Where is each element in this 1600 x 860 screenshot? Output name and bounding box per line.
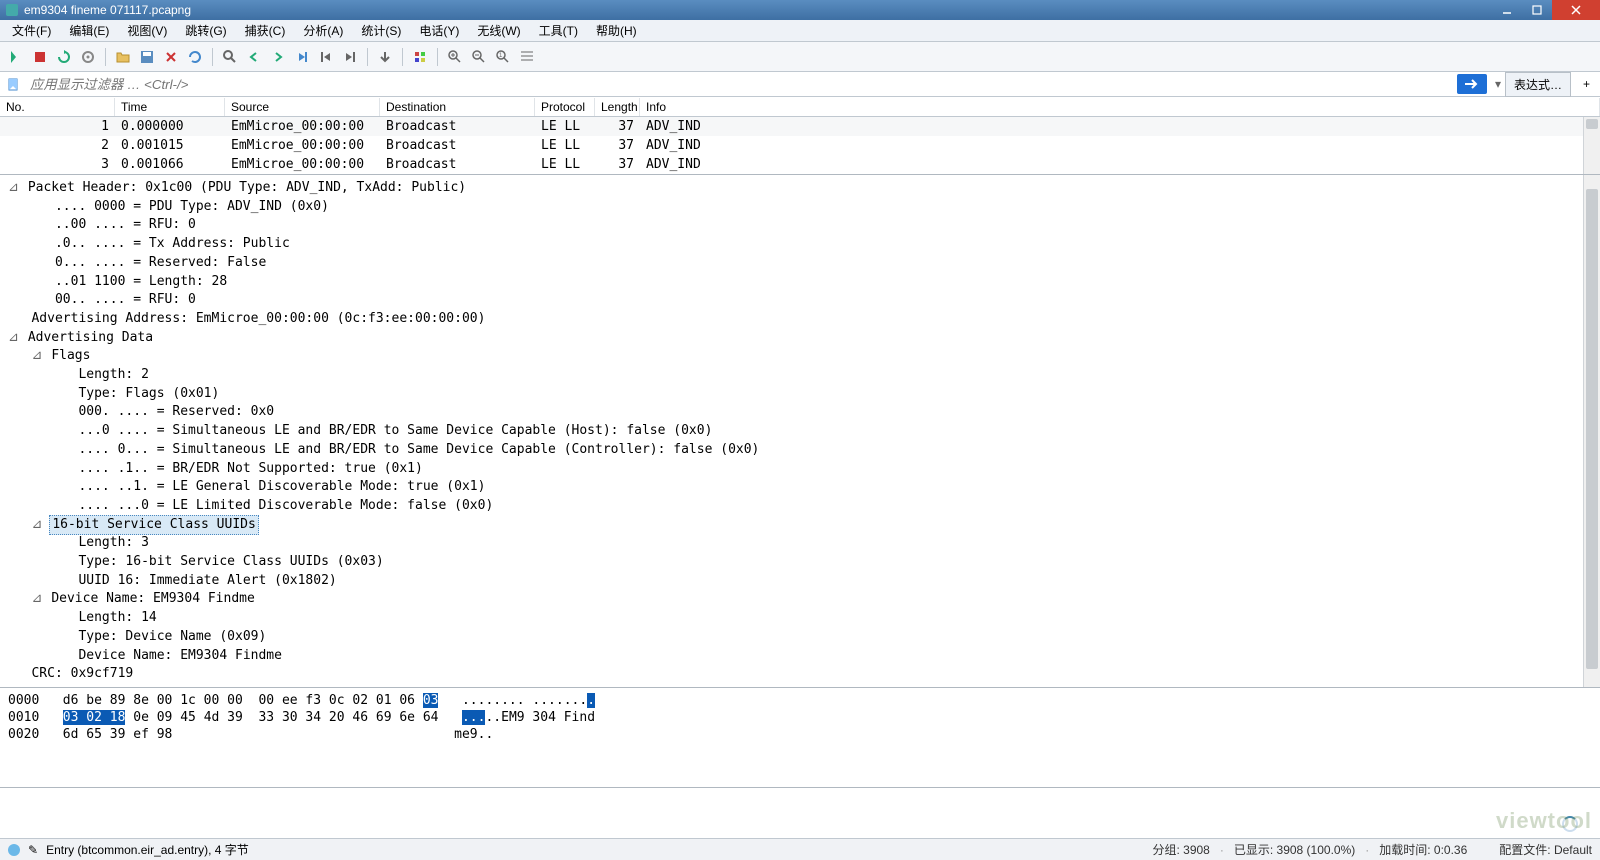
tree-toggle-icon[interactable]: ⊿ (8, 329, 20, 348)
menu-help[interactable]: 帮助(H) (588, 20, 645, 41)
window-title: em9304 fineme 071117.pcapng (24, 3, 191, 17)
toolbar-separator (402, 48, 403, 66)
menu-goto[interactable]: 跳转(G) (177, 20, 234, 41)
go-last-icon[interactable] (340, 47, 360, 67)
status-displayed: 已显示: 3908 (100.0%) (1234, 841, 1355, 858)
go-first-icon[interactable] (316, 47, 336, 67)
statusbar: ✎ Entry (btcommon.eir_ad.entry), 4 字节 分组… (0, 838, 1600, 860)
expression-button[interactable]: 表达式… (1505, 72, 1571, 97)
packet-bytes-pane[interactable]: 0000 d6 be 89 8e 00 1c 00 00 00 ee f3 0c… (0, 688, 1600, 788)
main-toolbar: 1 (0, 42, 1600, 72)
display-filter-input[interactable] (24, 73, 1457, 95)
details-scrollbar[interactable] (1583, 175, 1600, 687)
tree-toggle-icon[interactable]: ⊿ (31, 516, 43, 535)
packet-list-header: No. Time Source Destination Protocol Len… (0, 97, 1600, 117)
packet-details-pane[interactable]: ⊿ Packet Header: 0x1c00 (PDU Type: ADV_I… (0, 175, 1600, 688)
minimize-button[interactable] (1492, 0, 1522, 20)
resize-columns-icon[interactable] (517, 47, 537, 67)
column-header-destination[interactable]: Destination (380, 98, 535, 116)
column-header-no[interactable]: No. (0, 98, 115, 116)
tree-toggle-icon[interactable]: ⊿ (31, 347, 43, 366)
go-forward-icon[interactable] (268, 47, 288, 67)
column-header-info[interactable]: Info (640, 98, 1600, 116)
close-file-icon[interactable] (161, 47, 181, 67)
reload-icon[interactable] (185, 47, 205, 67)
toolbar-separator (212, 48, 213, 66)
capture-file-icon[interactable]: ✎ (28, 843, 38, 857)
menu-edit[interactable]: 编辑(E) (61, 20, 117, 41)
packet-row[interactable]: 1 0.000000 EmMicroe_00:00:00 Broadcast L… (0, 117, 1600, 136)
open-file-icon[interactable] (113, 47, 133, 67)
selected-tree-item[interactable]: 16-bit Service Class UUIDs (49, 515, 259, 536)
packet-row[interactable]: 2 0.001015 EmMicroe_00:00:00 Broadcast L… (0, 136, 1600, 155)
toolbar-separator (105, 48, 106, 66)
menu-statistics[interactable]: 统计(S) (353, 20, 409, 41)
zoom-out-icon[interactable] (469, 47, 489, 67)
bookmark-filter-icon[interactable] (4, 75, 22, 93)
tree-toggle-icon[interactable]: ⊿ (31, 590, 43, 609)
close-button[interactable] (1552, 0, 1600, 20)
find-packet-icon[interactable] (220, 47, 240, 67)
status-field-info: Entry (btcommon.eir_ad.entry), 4 字节 (46, 841, 249, 858)
column-header-length[interactable]: Length (595, 98, 640, 116)
selected-hex-bytes: 03 02 18 (63, 710, 126, 725)
save-file-icon[interactable] (137, 47, 157, 67)
selected-hex-bytes: 03 (423, 693, 439, 708)
packet-list[interactable]: 1 0.000000 EmMicroe_00:00:00 Broadcast L… (0, 117, 1600, 175)
menu-wireless[interactable]: 无线(W) (469, 20, 528, 41)
menubar: 文件(F) 编辑(E) 视图(V) 跳转(G) 捕获(C) 分析(A) 统计(S… (0, 20, 1600, 42)
menu-file[interactable]: 文件(F) (4, 20, 59, 41)
menu-capture[interactable]: 捕获(C) (237, 20, 294, 41)
app-icon (6, 4, 18, 16)
auto-scroll-icon[interactable] (375, 47, 395, 67)
display-filter-bar: ▾ 表达式… + (0, 72, 1600, 97)
tree-toggle-icon[interactable]: ⊿ (8, 179, 20, 198)
status-profile[interactable]: 配置文件: Default (1499, 841, 1592, 858)
maximize-button[interactable] (1522, 0, 1552, 20)
stop-capture-icon[interactable] (30, 47, 50, 67)
add-filter-button[interactable]: + (1575, 74, 1598, 94)
capture-options-icon[interactable] (78, 47, 98, 67)
go-back-icon[interactable] (244, 47, 264, 67)
colorize-icon[interactable] (410, 47, 430, 67)
status-loadtime: 加载时间: 0:0.36 (1379, 841, 1467, 858)
menu-telephony[interactable]: 电话(Y) (411, 20, 467, 41)
expert-info-icon[interactable] (8, 844, 20, 856)
filter-dropdown-icon[interactable]: ▾ (1491, 77, 1505, 91)
toolbar-separator (367, 48, 368, 66)
apply-filter-button[interactable] (1457, 74, 1487, 94)
menu-analyze[interactable]: 分析(A) (295, 20, 351, 41)
zoom-reset-icon[interactable]: 1 (493, 47, 513, 67)
zoom-in-icon[interactable] (445, 47, 465, 67)
start-capture-icon[interactable] (6, 47, 26, 67)
column-header-protocol[interactable]: Protocol (535, 98, 595, 116)
toolbar-separator (437, 48, 438, 66)
column-header-time[interactable]: Time (115, 98, 225, 116)
packet-row[interactable]: 3 0.001066 EmMicroe_00:00:00 Broadcast L… (0, 155, 1600, 174)
window-titlebar: em9304 fineme 071117.pcapng (0, 0, 1600, 20)
menu-view[interactable]: 视图(V) (119, 20, 175, 41)
go-to-packet-icon[interactable] (292, 47, 312, 67)
window-control-buttons (1492, 0, 1600, 20)
packet-list-scrollbar[interactable] (1583, 117, 1600, 174)
status-packets: 分组: 3908 (1152, 841, 1209, 858)
menu-tools[interactable]: 工具(T) (531, 20, 586, 41)
watermark-text: viewtool (1496, 808, 1592, 834)
restart-capture-icon[interactable] (54, 47, 74, 67)
column-header-source[interactable]: Source (225, 98, 380, 116)
